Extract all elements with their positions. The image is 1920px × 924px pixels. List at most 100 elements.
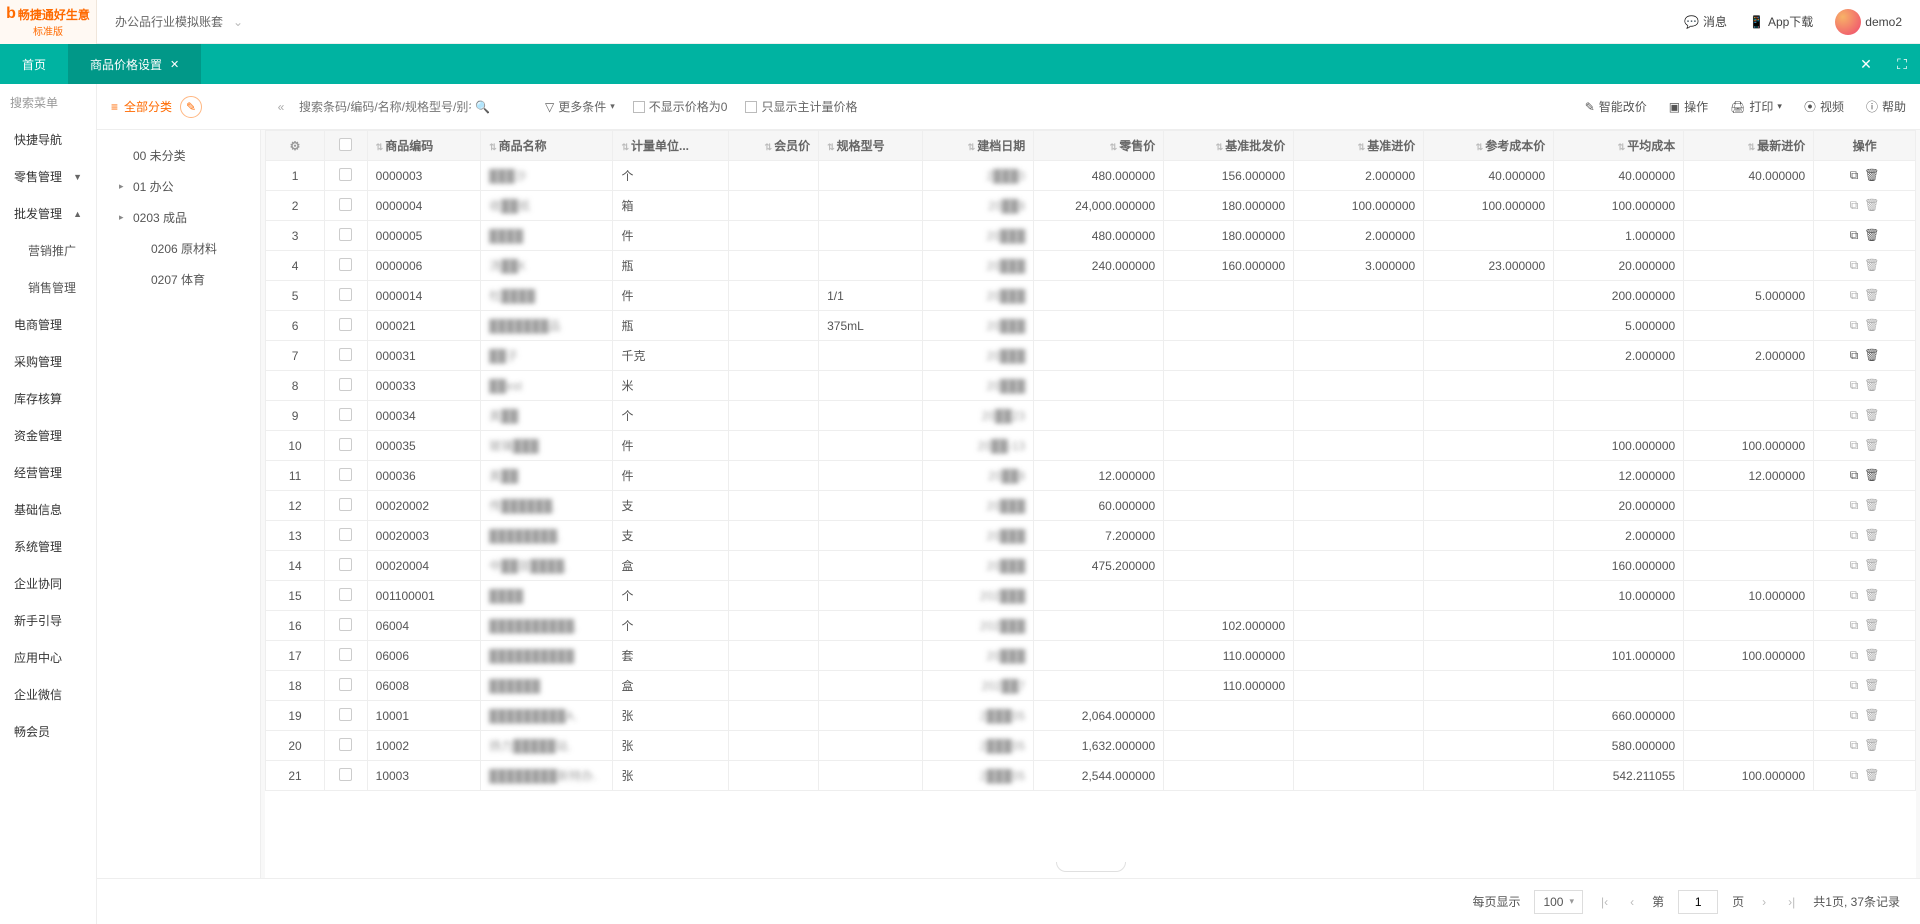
menu-item[interactable]: 新手引导 [0, 602, 96, 639]
table-row[interactable]: 4 0000006 汤██K 瓶 20███ 240.000000 160.00… [266, 251, 1916, 281]
menu-item[interactable]: 库存核算 [0, 380, 96, 417]
copy-icon[interactable]: ⧉ [1850, 618, 1859, 633]
copy-icon[interactable]: ⧉ [1850, 378, 1859, 393]
more-filters-button[interactable]: ▽ 更多条件 ▾ [545, 98, 615, 115]
col-avgcost[interactable]: ⇅平均成本 [1554, 131, 1684, 161]
delete-icon[interactable]: 🗑 [1864, 258, 1879, 273]
tree-item[interactable]: 00 未分类 [97, 140, 260, 171]
tree-item[interactable]: ▸01 办公 [97, 171, 260, 202]
col-purchase[interactable]: ⇅基准进价 [1294, 131, 1424, 161]
menu-item[interactable]: 应用中心 [0, 639, 96, 676]
copy-icon[interactable]: ⧉ [1850, 708, 1859, 723]
fullscreen-button[interactable]: ⛶ [1884, 56, 1920, 73]
table-row[interactable]: 13 00020003 ████████. 支 20███ 7.200000 2… [266, 521, 1916, 551]
delete-icon[interactable]: 🗑 [1864, 588, 1879, 603]
row-checkbox[interactable] [339, 558, 352, 571]
menu-search[interactable]: 搜索菜单 [0, 84, 96, 121]
menu-item[interactable]: 经营管理 [0, 454, 96, 491]
only-main-unit-checkbox[interactable]: 只显示主计量价格 [745, 98, 857, 115]
copy-icon[interactable]: ⧉ [1850, 738, 1859, 753]
messages-button[interactable]: 💬 消息 [1684, 13, 1727, 30]
row-checkbox[interactable] [339, 228, 352, 241]
row-checkbox[interactable] [339, 648, 352, 661]
close-icon[interactable]: ✕ [170, 58, 179, 71]
next-page-button[interactable]: › [1758, 895, 1770, 909]
col-name[interactable]: ⇅商品名称 [481, 131, 613, 161]
col-code[interactable]: ⇅商品编码 [367, 131, 480, 161]
copy-icon[interactable]: ⧉ [1850, 438, 1859, 453]
row-checkbox[interactable] [339, 168, 352, 181]
menu-item[interactable]: 企业微信 [0, 676, 96, 713]
collapse-tree-button[interactable]: « [271, 100, 291, 114]
row-checkbox[interactable] [339, 678, 352, 691]
menu-item[interactable]: 畅会员 [0, 713, 96, 750]
menu-item[interactable]: 销售管理 [0, 269, 96, 306]
copy-icon[interactable]: ⧉ [1850, 228, 1859, 243]
close-all-button[interactable]: ✕ [1848, 56, 1884, 73]
row-checkbox[interactable] [339, 408, 352, 421]
row-checkbox[interactable] [339, 468, 352, 481]
copy-icon[interactable]: ⧉ [1850, 498, 1859, 513]
tree-item[interactable]: ▸0203 成品 [97, 202, 260, 233]
menu-item[interactable]: 资金管理 [0, 417, 96, 454]
row-checkbox[interactable] [339, 618, 352, 631]
table-row[interactable]: 5 0000014 杜████ 件 1/1 20███ 200.000000 5… [266, 281, 1916, 311]
menu-item[interactable]: 批发管理▲ [0, 195, 96, 232]
delete-icon[interactable]: 🗑 [1864, 738, 1879, 753]
copy-icon[interactable]: ⧉ [1850, 468, 1859, 483]
col-checkbox[interactable] [325, 131, 368, 161]
row-checkbox[interactable] [339, 768, 352, 781]
help-button[interactable]: ⓘ帮助 [1866, 98, 1906, 115]
delete-icon[interactable]: 🗑 [1864, 348, 1879, 363]
first-page-button[interactable]: |‹ [1597, 895, 1612, 909]
tab-home[interactable]: 首页 [0, 44, 68, 84]
copy-icon[interactable]: ⧉ [1850, 648, 1859, 663]
copy-icon[interactable]: ⧉ [1850, 318, 1859, 333]
table-row[interactable]: 6 000021 ███████品 瓶 375mL 20███ 5.000000… [266, 311, 1916, 341]
delete-icon[interactable]: 🗑 [1864, 528, 1879, 543]
delete-icon[interactable]: 🗑 [1864, 288, 1879, 303]
row-checkbox[interactable] [339, 438, 352, 451]
tree-item[interactable]: 0206 原材料 [97, 233, 260, 264]
row-checkbox[interactable] [339, 288, 352, 301]
table-row[interactable]: 12 00020002 传██████. 支 20███ 60.000000 2… [266, 491, 1916, 521]
table-row[interactable]: 14 00020004 中██容████. 盒 20███ 475.200000… [266, 551, 1916, 581]
per-page-select[interactable]: 100 ▾ [1534, 890, 1583, 914]
copy-icon[interactable]: ⧉ [1850, 768, 1859, 783]
delete-icon[interactable]: 🗑 [1864, 648, 1879, 663]
menu-item[interactable]: 营销推广 [0, 232, 96, 269]
menu-item[interactable]: 基础信息 [0, 491, 96, 528]
col-refcost[interactable]: ⇅参考成本价 [1424, 131, 1554, 161]
search-icon[interactable]: 🔍 [475, 100, 490, 114]
page-input[interactable] [1678, 890, 1718, 914]
video-button[interactable]: ⦿视频 [1804, 98, 1844, 115]
hide-zero-checkbox[interactable]: 不显示价格为0 [633, 98, 728, 115]
copy-icon[interactable]: ⧉ [1850, 288, 1859, 303]
print-button[interactable]: 🖨打印▾ [1730, 98, 1782, 115]
delete-icon[interactable]: 🗑 [1864, 198, 1879, 213]
delete-icon[interactable]: 🗑 [1864, 708, 1879, 723]
row-checkbox[interactable] [339, 588, 352, 601]
category-all-button[interactable]: ≡ 全部分类 [111, 98, 172, 115]
col-vip[interactable]: ⇅会员价 [729, 131, 819, 161]
menu-item[interactable]: 电商管理 [0, 306, 96, 343]
table-row[interactable]: 2 0000004 收██纸 箱 20██8 24,000.000000 180… [266, 191, 1916, 221]
table-row[interactable]: 10 000035 玻璃███ 件 20██-13 100.000000 100… [266, 431, 1916, 461]
copy-icon[interactable]: ⧉ [1850, 558, 1859, 573]
table-row[interactable]: 11 000036 奥██ 件 20██8 12.000000 12.00000… [266, 461, 1916, 491]
menu-item[interactable]: 零售管理▼ [0, 158, 96, 195]
col-unit[interactable]: ⇅计量单位... [613, 131, 729, 161]
table-row[interactable]: 7 000031 ██子 千克 20███ 2.000000 2.000000 … [266, 341, 1916, 371]
delete-icon[interactable]: 🗑 [1864, 408, 1879, 423]
edit-category-button[interactable]: ✎ [180, 96, 202, 118]
delete-icon[interactable]: 🗑 [1864, 378, 1879, 393]
table-row[interactable]: 1 0000003 ███沙 个 2███0 480.000000 156.00… [266, 161, 1916, 191]
copy-icon[interactable]: ⧉ [1850, 588, 1859, 603]
delete-icon[interactable]: 🗑 [1864, 228, 1879, 243]
delete-icon[interactable]: 🗑 [1864, 498, 1879, 513]
col-wholesale[interactable]: ⇅基准批发价 [1164, 131, 1294, 161]
col-spec[interactable]: ⇅规格型号 [819, 131, 923, 161]
menu-item[interactable]: 企业协同 [0, 565, 96, 602]
col-retail[interactable]: ⇅零售价 [1034, 131, 1164, 161]
workspace-dropdown[interactable]: 办公品行业模拟账套 ⌄ [115, 13, 243, 30]
